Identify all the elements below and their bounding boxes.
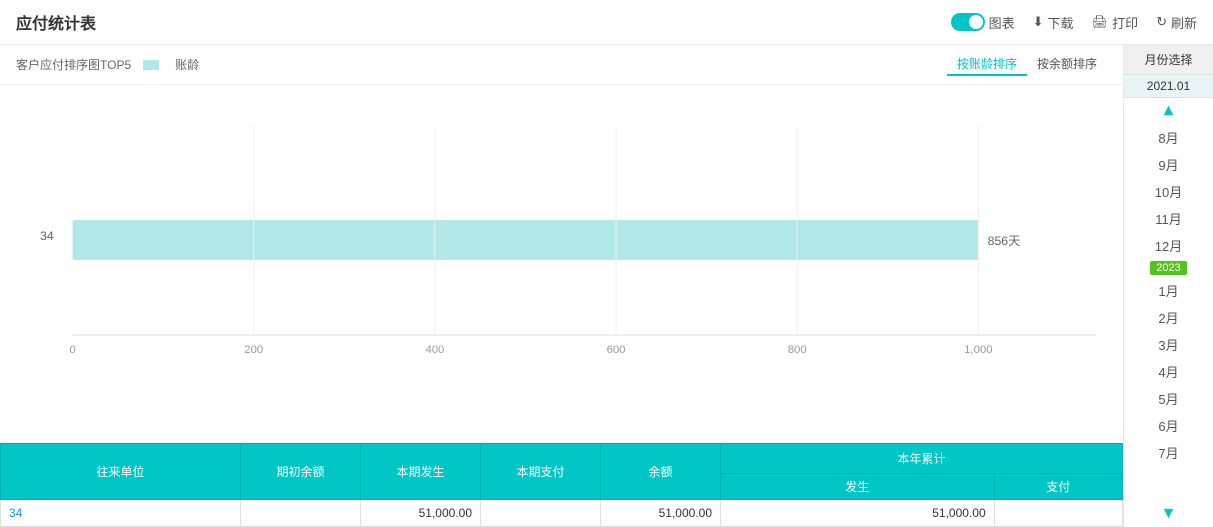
header-actions: 图表 ⬇ 下载 🖨 打印 ↻ 刷新	[951, 13, 1197, 32]
month-item[interactable]: 12月	[1124, 232, 1213, 259]
month-item[interactable]: 4月	[1124, 358, 1213, 385]
svg-text:600: 600	[607, 344, 626, 356]
col-ytd-group-header: 本年累计	[721, 444, 1123, 474]
month-item[interactable]: 5月	[1124, 385, 1213, 412]
month-item[interactable]: 3月	[1124, 331, 1213, 358]
month-item[interactable]: 2月	[1124, 304, 1213, 331]
month-item[interactable]: 9月	[1124, 151, 1213, 178]
print-label: 打印	[1112, 13, 1138, 32]
col-ytd-occur-header: 发生	[721, 474, 995, 500]
page-title: 应付统计表	[16, 10, 96, 34]
svg-text:1,000: 1,000	[964, 344, 992, 356]
legend-title: 客户应付排序图TOP5	[16, 56, 131, 73]
main-content: 客户应付排序图TOP5 账龄 按账龄排序 按余额排序 34	[0, 45, 1213, 527]
chart-container: 34 856天 0 200 400 600 800 1,000	[0, 85, 1123, 443]
download-icon: ⬇	[1033, 14, 1044, 30]
chart-legend: 客户应付排序图TOP5 账龄	[16, 56, 199, 73]
col-pay-header: 本期支付	[481, 444, 601, 500]
chart-svg: 34 856天 0 200 400 600 800 1,000	[16, 95, 1107, 375]
month-list: 8月9月10月11月12月 2023 1月2月3月4月5月6月7月	[1124, 124, 1213, 501]
chart-sort-buttons: 按账龄排序 按余额排序	[947, 53, 1107, 76]
refresh-icon: ↻	[1156, 14, 1167, 30]
col-balance-header: 余额	[601, 444, 721, 500]
bar-chart-svg: 34 856天 0 200 400 600 800 1,000	[16, 95, 1107, 375]
cell-ytd-occur: 51,000.00	[721, 500, 995, 527]
chart-area: 客户应付排序图TOP5 账龄 按账龄排序 按余额排序 34	[0, 45, 1123, 527]
sidebar-current-date: 2021.01	[1124, 75, 1213, 98]
chart-toggle[interactable]: 图表	[951, 13, 1015, 32]
svg-text:400: 400	[425, 344, 444, 356]
table-row[interactable]: 34 51,000.00 51,000.00 51,000.00	[1, 500, 1123, 527]
legend-color-label: 账龄	[175, 56, 199, 73]
cell-balance: 51,000.00	[601, 500, 721, 527]
toggle-switch-icon[interactable]	[951, 13, 985, 31]
header: 应付统计表 图表 ⬇ 下载 🖨 打印 ↻ 刷新	[0, 0, 1213, 45]
month-item[interactable]: 10月	[1124, 178, 1213, 205]
svg-text:800: 800	[788, 344, 807, 356]
table-section: 往来单位 期初余额 本期发生 本期支付 余额 本年累计 发生 支付	[0, 443, 1123, 527]
cell-ytd-pay	[994, 500, 1122, 527]
legend-color-box	[143, 60, 159, 70]
col-ytd-pay-header: 支付	[994, 474, 1122, 500]
refresh-label: 刷新	[1171, 13, 1197, 32]
bar-days-label: 856天	[988, 234, 1021, 248]
svg-text:0: 0	[69, 344, 75, 356]
month-item[interactable]: 6月	[1124, 412, 1213, 439]
col-unit-header: 往来单位	[1, 444, 241, 500]
sidebar-header: 月份选择	[1124, 45, 1213, 75]
download-label: 下载	[1048, 13, 1074, 32]
month-item[interactable]: 7月	[1124, 439, 1213, 466]
col-opening-header: 期初余额	[241, 444, 361, 500]
month-item[interactable]: 11月	[1124, 205, 1213, 232]
col-occur-header: 本期发生	[361, 444, 481, 500]
table-wrapper[interactable]: 往来单位 期初余额 本期发生 本期支付 余额 本年累计 发生 支付	[0, 443, 1123, 527]
nav-up-arrow[interactable]: ▲	[1124, 98, 1213, 124]
print-button[interactable]: 🖨 打印	[1092, 13, 1139, 32]
month-item[interactable]: 1月	[1124, 277, 1213, 304]
chart-header: 客户应付排序图TOP5 账龄 按账龄排序 按余额排序	[0, 45, 1123, 85]
download-button[interactable]: ⬇ 下载	[1033, 13, 1074, 32]
chart-bar	[73, 220, 979, 260]
y-axis-label: 34	[40, 229, 54, 243]
sidebar-nav: ▲ 8月9月10月11月12月 2023 1月2月3月4月5月6月7月 ▼	[1124, 98, 1213, 527]
page-wrapper: 应付统计表 图表 ⬇ 下载 🖨 打印 ↻ 刷新	[0, 0, 1213, 527]
nav-down-arrow[interactable]: ▼	[1124, 501, 1213, 527]
cell-pay	[481, 500, 601, 527]
chart-toggle-label: 图表	[989, 13, 1015, 32]
cell-opening	[241, 500, 361, 527]
sort-by-balance-button[interactable]: 按余额排序	[1027, 53, 1107, 76]
svg-text:200: 200	[244, 344, 263, 356]
print-icon: 🖨	[1092, 14, 1109, 30]
sort-by-amount-button[interactable]: 按账龄排序	[947, 53, 1027, 76]
sidebar: 月份选择 2021.01 ▲ 8月9月10月11月12月 2023 1月2月3月4月…	[1123, 45, 1213, 527]
refresh-button[interactable]: ↻ 刷新	[1156, 13, 1197, 32]
cell-occur: 51,000.00	[361, 500, 481, 527]
cell-unit[interactable]: 34	[1, 500, 241, 527]
data-table: 往来单位 期初余额 本期发生 本期支付 余额 本年累计 发生 支付	[0, 443, 1123, 527]
year-badge[interactable]: 2023	[1150, 261, 1186, 275]
month-item[interactable]: 8月	[1124, 124, 1213, 151]
